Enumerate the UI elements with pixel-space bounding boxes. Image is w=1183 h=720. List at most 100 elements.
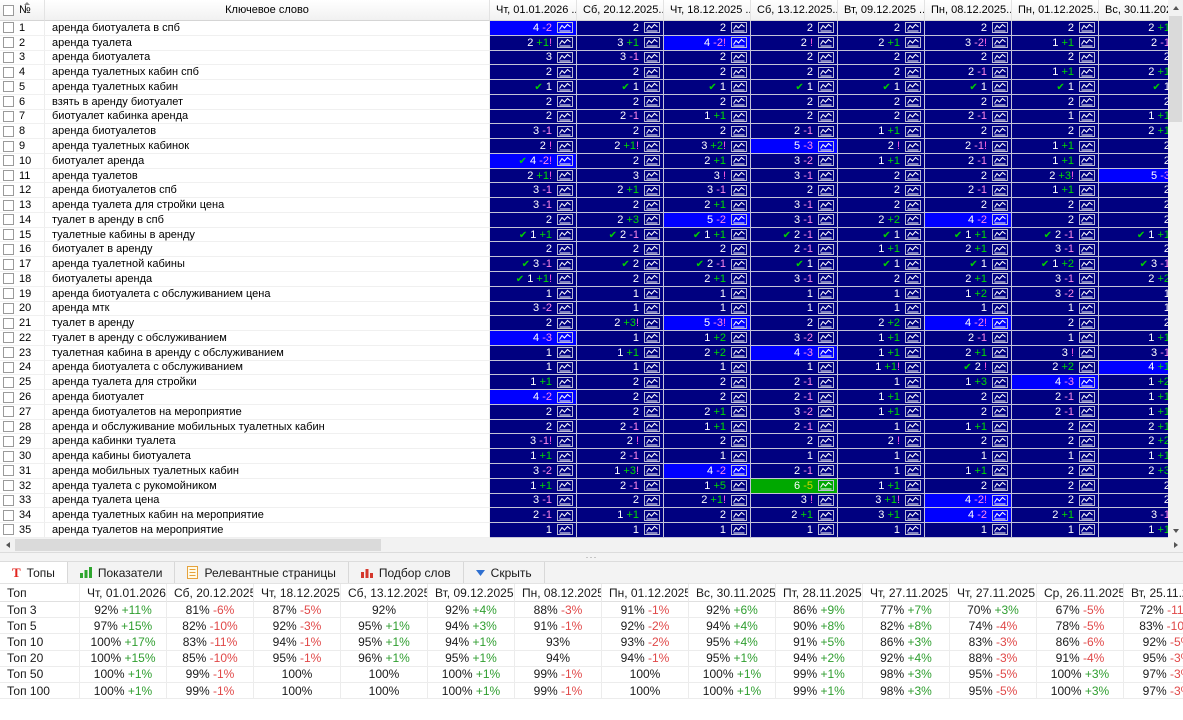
chart-icon[interactable] (644, 229, 660, 241)
chart-icon[interactable] (905, 361, 921, 373)
chart-icon[interactable] (731, 140, 747, 152)
chart-icon[interactable] (1079, 361, 1095, 373)
position-cell[interactable]: 5 -3 (1099, 168, 1168, 184)
position-cell[interactable]: 2 (1012, 212, 1099, 228)
position-cell[interactable]: 3 -2 (490, 301, 577, 317)
horizontal-scrollbar[interactable] (0, 538, 1183, 552)
position-cell[interactable]: 1 +1 (490, 478, 577, 494)
row-checkbox[interactable] (3, 347, 14, 359)
keyword-cell[interactable]: аренда туалета для стройки цена (45, 198, 490, 213)
chart-icon[interactable] (992, 288, 1008, 300)
position-cell[interactable]: 2 (838, 168, 925, 184)
position-cell[interactable]: 2 ! (838, 434, 925, 450)
chart-icon[interactable] (557, 347, 573, 359)
row-checkbox[interactable] (3, 140, 14, 152)
position-cell[interactable]: 1 (1012, 449, 1099, 464)
position-cell[interactable]: 2 +2 (664, 345, 751, 361)
position-cell[interactable]: ✔ 1 (664, 80, 751, 95)
chart-icon[interactable] (557, 317, 573, 329)
chart-icon[interactable] (644, 494, 660, 506)
position-cell[interactable]: 3 +1 (838, 508, 925, 524)
chart-icon[interactable] (818, 332, 834, 344)
chart-icon[interactable] (644, 37, 660, 49)
position-cell[interactable]: 2 (577, 375, 664, 391)
chart-icon[interactable] (1079, 317, 1095, 329)
keyword-column-header[interactable]: Ключевое слово (45, 0, 490, 21)
position-cell[interactable]: 2 (490, 94, 577, 110)
chart-icon[interactable] (557, 229, 573, 241)
chart-icon[interactable] (992, 273, 1008, 285)
position-cell[interactable]: 2 +2 (1099, 434, 1168, 450)
row-checkbox[interactable] (3, 184, 14, 196)
position-cell[interactable]: 2 +1 (664, 198, 751, 213)
position-cell[interactable]: 2 +3! (577, 316, 664, 332)
keyword-cell[interactable]: биотуалет в аренду (45, 242, 490, 258)
position-cell[interactable]: 2 +1! (577, 139, 664, 154)
keyword-cell[interactable]: аренда туалетных кабин на мероприятие (45, 508, 490, 524)
chart-icon[interactable] (905, 465, 921, 477)
position-cell[interactable]: 2 +1 (577, 183, 664, 199)
position-cell[interactable]: 2 (925, 168, 1012, 184)
position-cell[interactable]: 1 (577, 301, 664, 317)
position-cell[interactable]: 2 -1 (1012, 404, 1099, 420)
chart-icon[interactable] (1079, 406, 1095, 418)
position-cell[interactable]: 2 +1 (925, 242, 1012, 258)
position-cell[interactable]: 2 -1! (925, 139, 1012, 154)
position-cell[interactable]: 3 -2 (490, 463, 577, 479)
chart-icon[interactable] (644, 450, 660, 462)
chart-icon[interactable] (1079, 347, 1095, 359)
position-cell[interactable]: 1 +1 (925, 463, 1012, 479)
chart-icon[interactable] (731, 184, 747, 196)
position-cell[interactable]: 1 +1 (838, 345, 925, 361)
chart-icon[interactable] (557, 509, 573, 521)
keyword-cell[interactable]: туалет в аренду (45, 316, 490, 332)
position-cell[interactable]: ✔ 1 (925, 80, 1012, 95)
chart-icon[interactable] (905, 66, 921, 78)
position-cell[interactable]: 2 (751, 65, 838, 81)
keyword-cell[interactable]: аренда биотуалета с обслуживанием цена (45, 286, 490, 302)
position-cell[interactable]: 2 (490, 109, 577, 125)
position-cell[interactable]: 1 +1 (838, 124, 925, 140)
chart-icon[interactable] (818, 347, 834, 359)
position-cell[interactable]: 2 (1099, 242, 1168, 258)
position-cell[interactable]: 2 (664, 242, 751, 258)
keyword-cell[interactable]: аренда туалета для стройки (45, 375, 490, 391)
chart-icon[interactable] (1079, 524, 1095, 536)
chart-icon[interactable] (818, 465, 834, 477)
chart-icon[interactable] (905, 22, 921, 34)
row-checkbox[interactable] (3, 317, 14, 329)
date-column-header-5[interactable]: Вт, 09.12.2025 ... (838, 0, 925, 21)
position-cell[interactable]: 1 +1 (664, 419, 751, 435)
position-cell[interactable]: ✔ 2 -1 (1012, 227, 1099, 243)
position-cell[interactable]: 2 (577, 21, 664, 36)
position-cell[interactable]: 1 +1 (490, 375, 577, 391)
position-cell[interactable]: 3 -1! (490, 434, 577, 450)
position-cell[interactable]: 2 -1 (751, 375, 838, 391)
position-cell[interactable]: 2 -1 (925, 183, 1012, 199)
chart-icon[interactable] (992, 347, 1008, 359)
chart-icon[interactable] (644, 391, 660, 403)
chart-icon[interactable] (644, 376, 660, 388)
position-cell[interactable]: 2 (664, 375, 751, 391)
chart-icon[interactable] (818, 22, 834, 34)
chart-icon[interactable] (818, 421, 834, 433)
chart-icon[interactable] (818, 155, 834, 167)
date-column-header-7[interactable]: Пн, 01.12.2025... (1012, 0, 1099, 21)
chart-icon[interactable] (905, 406, 921, 418)
position-cell[interactable]: 3 -1 (664, 183, 751, 199)
keyword-cell[interactable]: аренда биотуалета (45, 50, 490, 66)
chart-icon[interactable] (644, 96, 660, 108)
position-cell[interactable]: ✔ 1 +2 (1012, 257, 1099, 273)
row-checkbox[interactable] (3, 273, 14, 285)
position-cell[interactable]: 1 (490, 286, 577, 302)
chart-icon[interactable] (557, 450, 573, 462)
row-checkbox[interactable] (3, 302, 14, 314)
position-cell[interactable]: 2 (664, 50, 751, 66)
chart-icon[interactable] (731, 273, 747, 285)
position-cell[interactable]: 3 ! (664, 168, 751, 184)
position-cell[interactable]: 2 (1012, 21, 1099, 36)
position-cell[interactable]: 1 +1 (577, 508, 664, 524)
chart-icon[interactable] (1079, 37, 1095, 49)
chart-icon[interactable] (557, 406, 573, 418)
chart-icon[interactable] (992, 214, 1008, 226)
